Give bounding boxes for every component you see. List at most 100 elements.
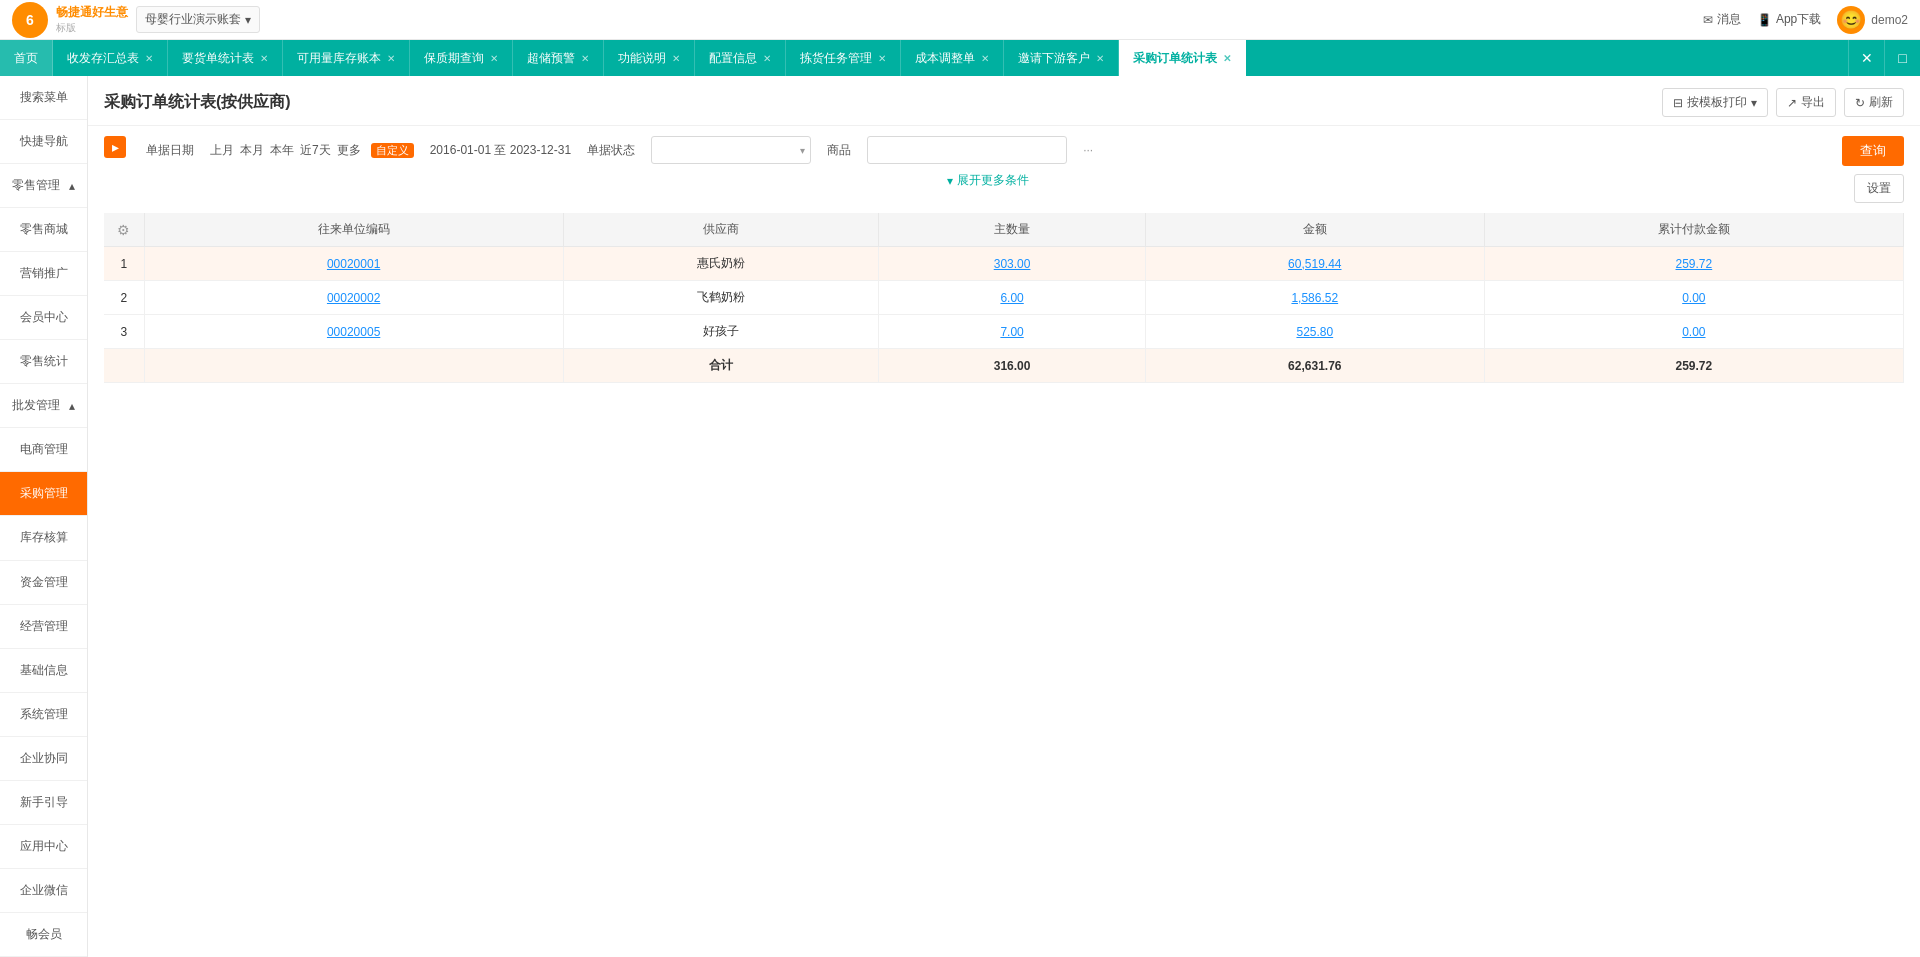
close-tab-7[interactable]: ✕ [878, 53, 886, 64]
sidebar-item-finance[interactable]: 资金管理 [0, 561, 87, 605]
row-1-qty[interactable]: 303.00 [879, 247, 1146, 281]
logo-area: 6 畅捷通好生意 标版 母婴行业演示账套 ▾ [12, 2, 260, 38]
export-btn[interactable]: ↗ 导出 [1776, 88, 1836, 117]
table-row: 3 00020005 好孩子 7.00 525.80 0.00 [104, 315, 1904, 349]
nav-right-btns: ✕ □ [1848, 40, 1920, 76]
row-1-seq: 1 [104, 247, 144, 281]
app-download-btn[interactable]: 📱 App下载 [1757, 11, 1821, 28]
sidebar-item-operation[interactable]: 经营管理 [0, 605, 87, 649]
goods-more-icon[interactable]: ··· [1083, 143, 1093, 157]
settings-btn[interactable]: 设置 [1854, 174, 1904, 203]
row-3-amount[interactable]: 525.80 [1145, 315, 1484, 349]
status-select[interactable] [651, 136, 811, 164]
close-tab-2[interactable]: ✕ [387, 53, 395, 64]
table-row: 1 00020001 惠氏奶粉 303.00 60,519.44 259.72 [104, 247, 1904, 281]
sidebar-item-base-info[interactable]: 基础信息 [0, 649, 87, 693]
sidebar-item-wholesale[interactable]: 批发管理 ▴ [0, 384, 87, 428]
sidebar-item-retail-stats[interactable]: 零售统计 [0, 340, 87, 384]
close-tab-3[interactable]: ✕ [490, 53, 498, 64]
sidebar-item-search[interactable]: 搜索菜单 [0, 76, 87, 120]
sidebar-item-nav[interactable]: 快捷导航 [0, 120, 87, 164]
user-area[interactable]: 😊 demo2 [1837, 6, 1908, 34]
expand-more-btn[interactable]: ▾ 展开更多条件 [939, 168, 1037, 193]
filter-row-2: ▾ 展开更多条件 [146, 168, 1830, 193]
row-2-paid[interactable]: 0.00 [1484, 281, 1903, 315]
sidebar-item-member2[interactable]: 畅会员 [0, 913, 87, 957]
row-3-paid[interactable]: 0.00 [1484, 315, 1903, 349]
tab-caigou-active[interactable]: 采购订单统计表 ✕ [1119, 40, 1246, 76]
row-2-seq: 2 [104, 281, 144, 315]
table-area: ⚙ 往来单位编码 供应商 主数量 金额 累计付款金额 1 00020001 惠氏 [88, 213, 1920, 399]
sidebar-item-app-center[interactable]: 应用中心 [0, 825, 87, 869]
close-tab-10[interactable]: ✕ [1223, 53, 1231, 64]
close-tab-5[interactable]: ✕ [672, 53, 680, 64]
row-1-amount[interactable]: 60,519.44 [1145, 247, 1484, 281]
sidebar-item-collab[interactable]: 企业协同 [0, 737, 87, 781]
tab-peizhi[interactable]: 配置信息 ✕ [695, 40, 786, 76]
main-content: 采购订单统计表(按供应商) ⊟ 按模板打印 ▾ ↗ 导出 ↻ 刷新 [88, 76, 1920, 957]
tab-shoufacun[interactable]: 收发存汇总表 ✕ [53, 40, 168, 76]
sidebar-item-ecommerce[interactable]: 电商管理 [0, 428, 87, 472]
chevron-icon-2: ▴ [69, 399, 75, 413]
row-3-code[interactable]: 00020005 [144, 315, 563, 349]
close-tab-0[interactable]: ✕ [145, 53, 153, 64]
avatar: 😊 [1837, 6, 1865, 34]
workspace-selector[interactable]: 母婴行业演示账套 ▾ [136, 6, 260, 33]
row-3-qty[interactable]: 7.00 [879, 315, 1146, 349]
tab-baozhi[interactable]: 保质期查询 ✕ [410, 40, 513, 76]
sidebar-item-marketing[interactable]: 营销推广 [0, 252, 87, 296]
sidebar-item-system[interactable]: 系统管理 [0, 693, 87, 737]
tab-kucun[interactable]: 可用量库存账本 ✕ [283, 40, 410, 76]
row-2-code[interactable]: 00020002 [144, 281, 563, 315]
print-icon: ⊟ [1673, 96, 1683, 110]
sidebar-item-member[interactable]: 会员中心 [0, 296, 87, 340]
shortcut-this-year[interactable]: 本年 [270, 142, 294, 159]
row-1-paid[interactable]: 259.72 [1484, 247, 1903, 281]
footer-amount: 62,631.76 [1145, 349, 1484, 383]
close-window-btn[interactable]: ✕ [1848, 40, 1884, 76]
shortcut-7days[interactable]: 近7天 [300, 142, 331, 159]
col-amount: 金额 [1145, 213, 1484, 247]
tab-yaoqing[interactable]: 邀请下游客户 ✕ [1004, 40, 1119, 76]
close-tab-9[interactable]: ✕ [1096, 53, 1104, 64]
query-btn[interactable]: 查询 [1842, 136, 1904, 166]
refresh-icon: ↻ [1855, 96, 1865, 110]
toggle-filter-btn[interactable]: ▸ [104, 136, 126, 158]
chevron-down-icon: ▾ [1751, 96, 1757, 110]
sidebar-item-retail-shop[interactable]: 零售商城 [0, 208, 87, 252]
row-2-supplier: 飞鹤奶粉 [563, 281, 879, 315]
close-tab-8[interactable]: ✕ [981, 53, 989, 64]
refresh-btn[interactable]: ↻ 刷新 [1844, 88, 1904, 117]
maximize-btn[interactable]: □ [1884, 40, 1920, 76]
tab-gongneng[interactable]: 功能说明 ✕ [604, 40, 695, 76]
row-1-code[interactable]: 00020001 [144, 247, 563, 281]
sidebar-item-retail-mgmt[interactable]: 零售管理 ▴ [0, 164, 87, 208]
shortcut-more[interactable]: 更多 [337, 142, 361, 159]
shortcut-this-month[interactable]: 本月 [240, 142, 264, 159]
close-tab-6[interactable]: ✕ [763, 53, 771, 64]
goods-input[interactable] [867, 136, 1067, 164]
sidebar-item-wechat[interactable]: 企业微信 [0, 869, 87, 913]
close-tab-4[interactable]: ✕ [581, 53, 589, 64]
message-btn[interactable]: ✉ 消息 [1703, 11, 1741, 28]
page-container: 采购订单统计表(按供应商) ⊟ 按模板打印 ▾ ↗ 导出 ↻ 刷新 [88, 76, 1920, 957]
close-tab-1[interactable]: ✕ [260, 53, 268, 64]
export-icon: ↗ [1787, 96, 1797, 110]
tab-yaohuo[interactable]: 要货单统计表 ✕ [168, 40, 283, 76]
row-2-amount[interactable]: 1,586.52 [1145, 281, 1484, 315]
tab-jianhuo[interactable]: 拣货任务管理 ✕ [786, 40, 901, 76]
col-paid: 累计付款金额 [1484, 213, 1903, 247]
row-2-qty[interactable]: 6.00 [879, 281, 1146, 315]
tab-home[interactable]: 首页 [0, 40, 53, 76]
sidebar-item-purchase[interactable]: 采购管理 [0, 472, 87, 516]
shortcut-last-month[interactable]: 上月 [210, 142, 234, 159]
logo-text: 畅捷通好生意 [56, 4, 128, 21]
nav-tabs: 首页 收发存汇总表 ✕ 要货单统计表 ✕ 可用量库存账本 ✕ 保质期查询 ✕ 超… [0, 40, 1920, 76]
tab-chengben[interactable]: 成本调整单 ✕ [901, 40, 1004, 76]
template-print-btn[interactable]: ⊟ 按模板打印 ▾ [1662, 88, 1768, 117]
tab-chaochuyujing[interactable]: 超储预警 ✕ [513, 40, 604, 76]
status-filter-label: 单据状态 [587, 142, 635, 159]
gear-icon[interactable]: ⚙ [117, 222, 130, 238]
sidebar-item-inventory[interactable]: 库存核算 [0, 516, 87, 560]
sidebar-item-guide[interactable]: 新手引导 [0, 781, 87, 825]
